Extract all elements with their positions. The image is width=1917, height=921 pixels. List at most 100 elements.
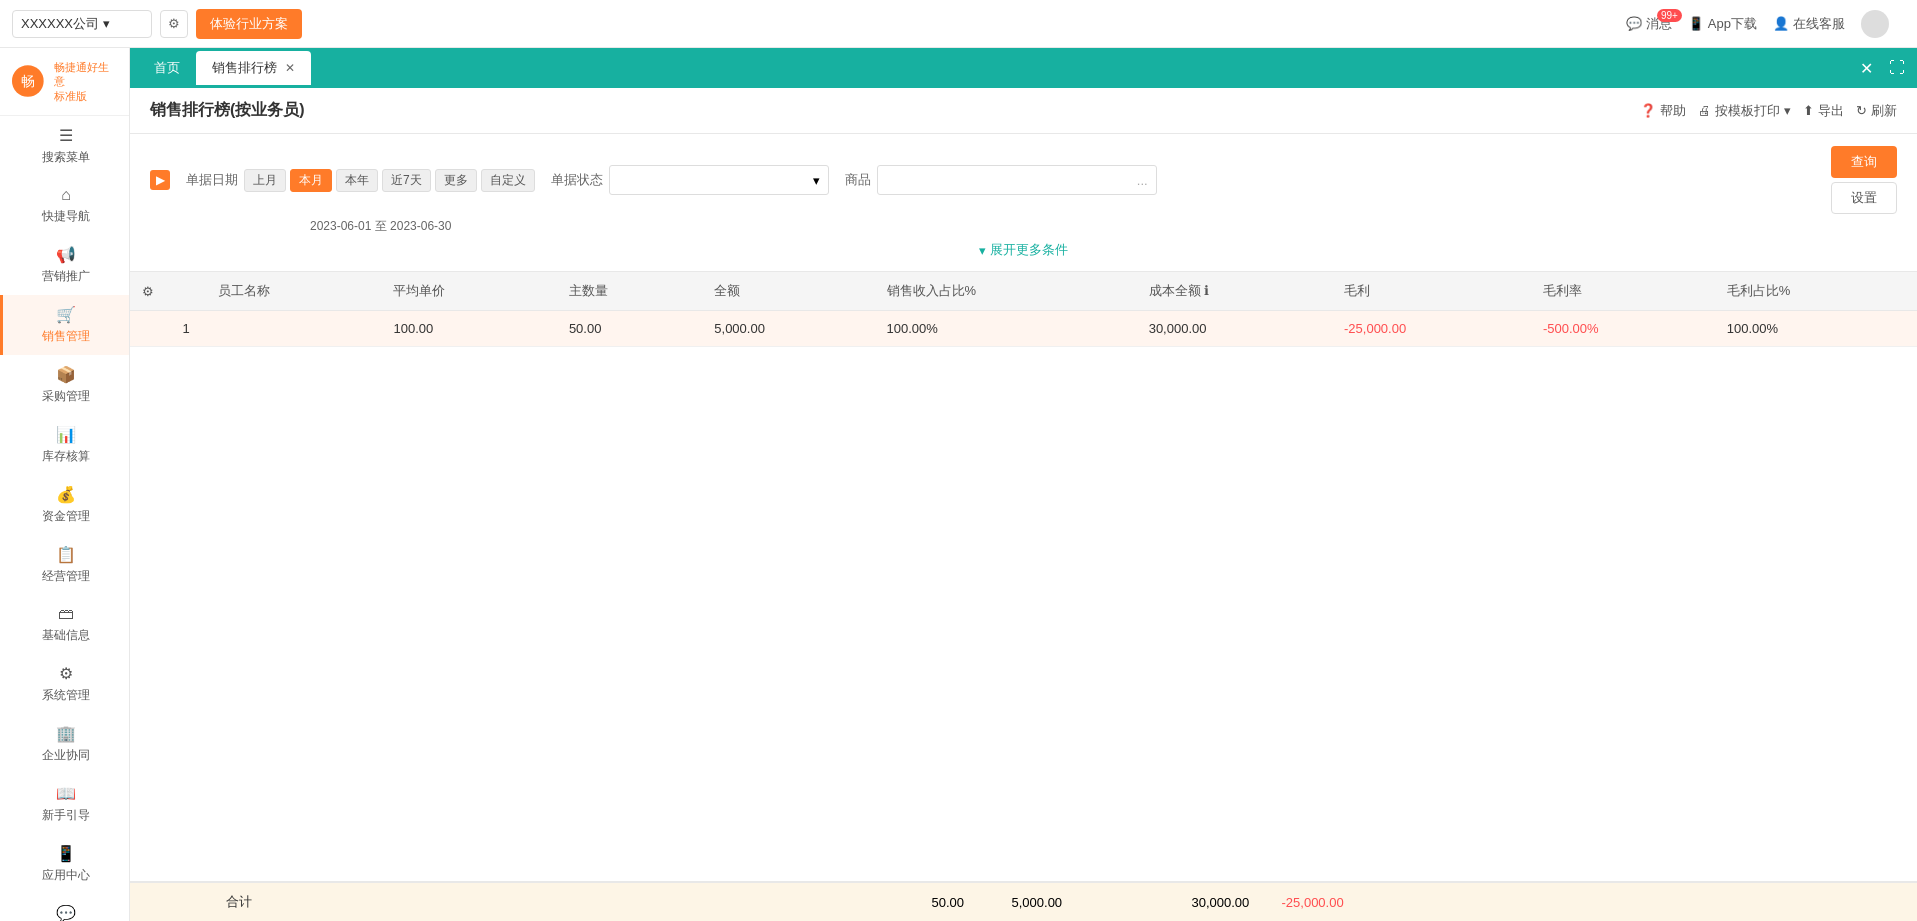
row-sales-pct: 100.00% (875, 311, 1137, 347)
marketing-icon: 📢 (56, 245, 76, 264)
col-amount: 全额 (702, 272, 874, 311)
filter-toggle-btn[interactable]: ▶ (150, 170, 170, 190)
sidebar-item-search[interactable]: ☰ 搜索菜单 (0, 116, 129, 176)
expand-down-icon: ▾ (979, 243, 986, 258)
goods-label: 商品 (845, 171, 871, 189)
query-button[interactable]: 查询 (1831, 146, 1897, 178)
tab-close-window-icon[interactable]: ✕ (1856, 55, 1877, 82)
status-select[interactable]: ▾ (609, 165, 829, 195)
table-container: ⚙ 员工名称 平均单价 主数量 全额 销售收入占比% 成本全额 ℹ 毛利 毛利率… (130, 272, 1917, 881)
date-label: 单据日期 (186, 171, 238, 189)
filter-goods: 商品 ... (845, 165, 1157, 195)
main-layout: 畅 畅捷通好生意 标准版 ☰ 搜索菜单 ⌂ 快捷导航 📢 营销推广 🛒 销售管理… (0, 48, 1917, 921)
date-range-text: 2023-06-01 至 2023-06-30 (310, 219, 451, 233)
help-button[interactable]: ❓ 帮助 (1640, 102, 1686, 120)
tab-home[interactable]: 首页 (138, 51, 196, 85)
row-avg-price: 100.00 (381, 311, 556, 347)
table-row: 1 100.00 50.00 5,000.00 100.00% 30,000.0… (130, 311, 1917, 347)
sidebar-item-label: 企业协同 (42, 747, 90, 764)
sales-icon: 🛒 (56, 305, 76, 324)
print-button[interactable]: 🖨 按模板打印 ▾ (1698, 102, 1791, 120)
sidebar-item-wechat[interactable]: 💬 企业微信 (0, 894, 129, 921)
sidebar: 畅 畅捷通好生意 标准版 ☰ 搜索菜单 ⌂ 快捷导航 📢 营销推广 🛒 销售管理… (0, 48, 130, 921)
row-amount: 5,000.00 (702, 311, 874, 347)
btn-group: 查询 设置 (1831, 146, 1897, 214)
row-profit: -25,000.00 (1332, 311, 1531, 347)
col-profit: 毛利 (1332, 272, 1531, 311)
purchase-icon: 📦 (56, 365, 76, 384)
app-download-button[interactable]: 📱 App下载 (1688, 15, 1757, 33)
app-icon: 📱 (1688, 16, 1704, 31)
operations-icon: 📋 (56, 545, 76, 564)
sidebar-item-sales[interactable]: 🛒 销售管理 (0, 295, 129, 355)
content-area: 首页 销售排行榜 ✕ ✕ ⛶ 销售排行榜(按业务员) ❓ 帮助 (130, 48, 1917, 921)
enterprise-icon: 🏢 (56, 724, 76, 743)
refresh-label: 刷新 (1871, 102, 1897, 120)
sidebar-item-label: 销售管理 (42, 328, 90, 345)
date-btn-last-month[interactable]: 上月 (244, 169, 286, 192)
refresh-button[interactable]: ↻ 刷新 (1856, 102, 1897, 120)
date-btn-last7[interactable]: 近7天 (382, 169, 431, 192)
footer-qty: 50.00 (920, 895, 1000, 910)
company-selector[interactable]: XXXXXX公司 ▾ (12, 10, 152, 38)
trial-button[interactable]: 体验行业方案 (196, 9, 302, 39)
app-label: App下载 (1708, 15, 1757, 33)
export-button[interactable]: ⬆ 导出 (1803, 102, 1844, 120)
online-service-button[interactable]: 👤 在线客服 (1773, 15, 1845, 33)
sidebar-item-apps[interactable]: 📱 应用中心 (0, 834, 129, 894)
sidebar-item-inventory[interactable]: 📊 库存核算 (0, 415, 129, 475)
tab-home-label: 首页 (154, 59, 180, 77)
tab-actions: ✕ ⛶ (1856, 55, 1909, 82)
sidebar-item-shortcut[interactable]: ⌂ 快捷导航 (0, 176, 129, 235)
date-btn-this-year[interactable]: 本年 (336, 169, 378, 192)
status-label: 单据状态 (551, 171, 603, 189)
expand-more-btn[interactable]: ▾ 展开更多条件 (150, 241, 1897, 259)
tab-close-icon[interactable]: ✕ (285, 61, 295, 75)
tab-expand-icon[interactable]: ⛶ (1885, 55, 1909, 82)
export-icon: ⬆ (1803, 103, 1814, 118)
date-btn-this-month[interactable]: 本月 (290, 169, 332, 192)
logo-svg: 畅 (10, 63, 46, 99)
sidebar-item-label: 采购管理 (42, 388, 90, 405)
row-profit-rate: -500.00% (1531, 311, 1715, 347)
filter-date: 单据日期 上月 本月 本年 近7天 更多 自定义 (186, 169, 535, 192)
guide-icon: 📖 (56, 784, 76, 803)
tab-bar: 首页 销售排行榜 ✕ ✕ ⛶ (130, 48, 1917, 88)
row-profit-pct: 100.00% (1715, 311, 1917, 347)
sidebar-item-basic[interactable]: 🗃 基础信息 (0, 595, 129, 654)
col-settings[interactable]: ⚙ (130, 272, 166, 311)
sidebar-item-guide[interactable]: 📖 新手引导 (0, 774, 129, 834)
sidebar-item-purchase[interactable]: 📦 采购管理 (0, 355, 129, 415)
sidebar-item-label: 基础信息 (42, 627, 90, 644)
service-icon: 👤 (1773, 16, 1789, 31)
date-btn-more[interactable]: 更多 (435, 169, 477, 192)
help-icon: ❓ (1640, 103, 1656, 118)
search-icon: ☰ (59, 126, 73, 145)
col-rank (166, 272, 206, 311)
footer-cost: 30,000.00 (1180, 895, 1270, 910)
sidebar-item-enterprise[interactable]: 🏢 企业协同 (0, 714, 129, 774)
inventory-icon: 📊 (56, 425, 76, 444)
col-qty: 主数量 (557, 272, 702, 311)
sidebar-item-operations[interactable]: 📋 经营管理 (0, 535, 129, 595)
sidebar-item-label: 应用中心 (42, 867, 90, 884)
sidebar-item-label: 资金管理 (42, 508, 90, 525)
date-btn-custom[interactable]: 自定义 (481, 169, 535, 192)
company-name: XXXXXX公司 (21, 15, 99, 33)
page-title: 销售排行榜(按业务员) (150, 100, 305, 121)
sidebar-item-finance[interactable]: 💰 资金管理 (0, 475, 129, 535)
goods-more-icon: ... (1137, 173, 1148, 188)
goods-input[interactable]: ... (877, 165, 1157, 195)
sidebar-item-marketing[interactable]: 📢 营销推广 (0, 235, 129, 295)
tab-sales-rank[interactable]: 销售排行榜 ✕ (196, 51, 311, 85)
settings-icon[interactable]: ⚙ (160, 10, 188, 38)
sidebar-logo: 畅 畅捷通好生意 标准版 (0, 48, 129, 116)
setting-button[interactable]: 设置 (1831, 182, 1897, 214)
data-table: ⚙ 员工名称 平均单价 主数量 全额 销售收入占比% 成本全额 ℹ 毛利 毛利率… (130, 272, 1917, 347)
sidebar-item-system[interactable]: ⚙ 系统管理 (0, 654, 129, 714)
header-row: ⚙ 员工名称 平均单价 主数量 全额 销售收入占比% 成本全额 ℹ 毛利 毛利率… (130, 272, 1917, 311)
avatar[interactable] (1861, 10, 1889, 38)
table-footer: 合计 50.00 5,000.00 30,000.00 -25,000.00 (130, 881, 1917, 921)
system-icon: ⚙ (59, 664, 73, 683)
message-button[interactable]: 💬 消息 99+ (1626, 15, 1672, 33)
